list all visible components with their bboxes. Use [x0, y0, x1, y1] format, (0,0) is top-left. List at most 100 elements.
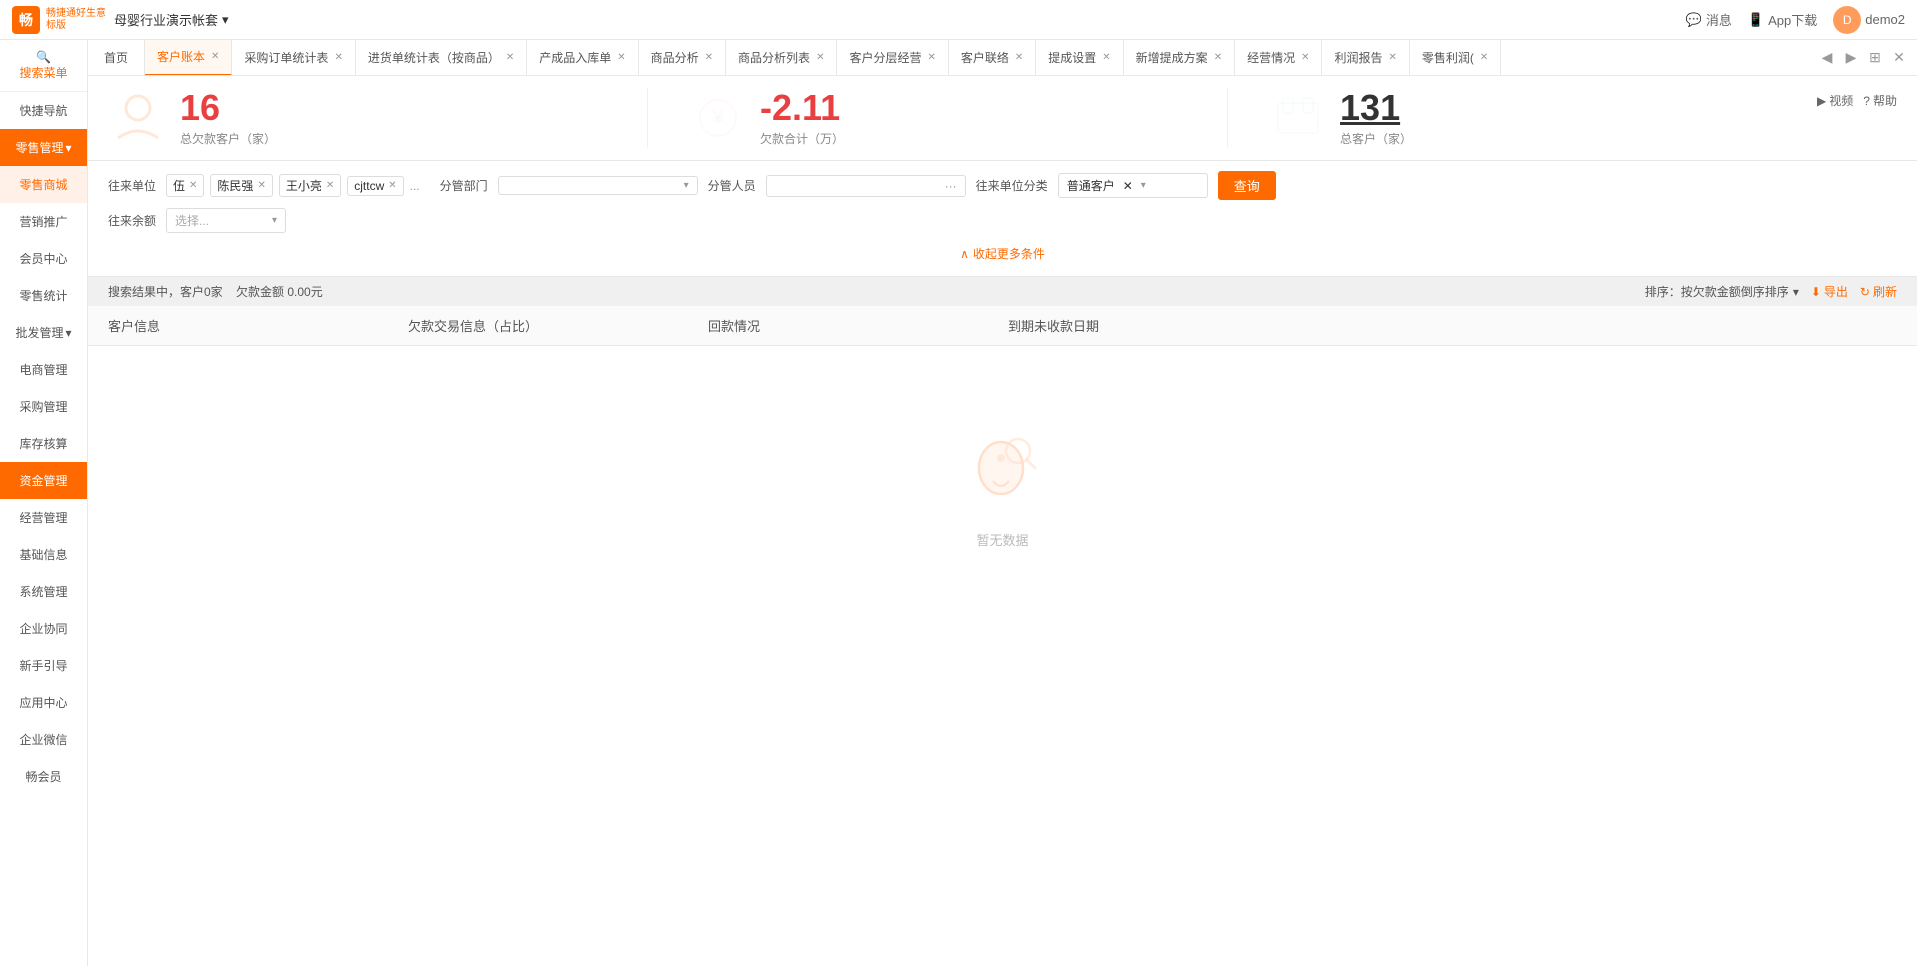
svg-text:¥: ¥ [711, 107, 724, 129]
customer-tag-close[interactable]: ✕ [1123, 179, 1133, 193]
person-select[interactable]: ··· [766, 175, 966, 197]
app-download-btn[interactable]: 📱 App下载 [1748, 10, 1817, 29]
logo-icon: 畅 [12, 6, 40, 34]
video-link[interactable]: ▶ 视频 [1817, 92, 1853, 109]
tab-close-product-analysis-list[interactable]: ✕ [816, 52, 824, 63]
header-right: 💬 消息 📱 App下载 D demo2 [1686, 6, 1905, 34]
sidebar-item-capital[interactable]: 资金管理 [0, 462, 87, 499]
tab-close-customer-contact[interactable]: ✕ [1015, 52, 1023, 63]
sidebar-item-system[interactable]: 系统管理 [0, 573, 87, 610]
logo-area: 畅 畅捷通好生意 标版 [12, 6, 106, 34]
tag-close-3[interactable]: ✕ [326, 180, 334, 191]
tab-stock-stats[interactable]: 进货单统计表（按商品） ✕ [356, 40, 527, 76]
tab-bar: 首页 客户账本 ✕ 采购订单统计表 ✕ 进货单统计表（按商品） ✕ 产成品入库单… [88, 40, 1917, 76]
sidebar-item-enterprise-coop[interactable]: 企业协同 [0, 610, 87, 647]
sidebar-item-quick-nav[interactable]: 零售管理 快捷导航 [0, 92, 87, 129]
filter-row-1: 往来单位 伍 ✕ 陈民强 ✕ 王小亮 ✕ [108, 171, 1897, 200]
message-btn[interactable]: 💬 消息 [1686, 10, 1732, 29]
tab-close-stock-stats[interactable]: ✕ [506, 52, 514, 63]
sidebar-item-member[interactable]: 会员中心 [0, 240, 87, 277]
tab-close-retail-profit[interactable]: ✕ [1480, 52, 1488, 63]
filter-tags: 伍 ✕ 陈民强 ✕ 王小亮 ✕ cjttcw ✕ [166, 174, 420, 197]
stat-debt-value: -2.11 [760, 90, 844, 126]
sidebar-item-marketing[interactable]: 营销推广 [0, 203, 87, 240]
table-col-customer-info: 客户信息 [108, 316, 408, 335]
export-btn[interactable]: ⬇ 导出 [1811, 283, 1848, 300]
tab-close-profit-report[interactable]: ✕ [1389, 52, 1397, 63]
sidebar-item-vip-member[interactable]: 畅会员 [0, 758, 87, 795]
filter-tag-3[interactable]: 王小亮 ✕ [279, 174, 341, 197]
account-selector[interactable]: 母婴行业演示帐套 ▾ [114, 10, 229, 29]
sidebar-item-inventory[interactable]: 库存核算 [0, 425, 87, 462]
sidebar-item-batch-mgmt[interactable]: 批发管理 ▾ [0, 314, 87, 351]
sidebar-search-menu[interactable]: 🔍 搜索菜单 [0, 40, 87, 92]
sort-info[interactable]: 排序：按欠款金额倒序排序 ▾ [1645, 283, 1799, 300]
tab-close-product-entry[interactable]: ✕ [617, 52, 625, 63]
empty-state-label: 暂无数据 [976, 530, 1028, 549]
sidebar-item-base-info[interactable]: 基础信息 [0, 536, 87, 573]
filter-tag-2[interactable]: 陈民强 ✕ [210, 174, 272, 197]
tab-scroll-left[interactable]: ◀ [1817, 48, 1837, 68]
table-col-due-date: 到期未收款日期 [1008, 316, 1897, 335]
table-col-repayment: 回款情况 [708, 316, 1008, 335]
person-more-btn[interactable]: ··· [945, 179, 957, 193]
sidebar: 🔍 搜索菜单 零售管理 快捷导航 零售管理 ▾ 零售商城 营销推广 会员中心 零… [0, 40, 88, 966]
tab-close-customer-segment[interactable]: ✕ [927, 52, 935, 63]
tab-product-entry[interactable]: 产成品入库单 ✕ [527, 40, 638, 76]
refresh-btn[interactable]: ↻ 刷新 [1860, 283, 1897, 300]
tag-close-1[interactable]: ✕ [189, 180, 197, 191]
tab-close-customer-accounts[interactable]: ✕ [211, 51, 219, 62]
sidebar-item-operations[interactable]: 经营管理 [0, 499, 87, 536]
stat-block-customers: 131 总客户（家） [1238, 88, 1807, 148]
sidebar-item-app-center[interactable]: 应用中心 [0, 684, 87, 721]
tab-close-purchase-order[interactable]: ✕ [334, 52, 342, 63]
tab-business-situation[interactable]: 经营情况 ✕ [1235, 40, 1322, 76]
empty-state-icon [963, 426, 1043, 520]
refresh-icon: ↻ [1860, 285, 1870, 299]
dept-label: 分管部门 [440, 177, 488, 194]
tab-customer-contact[interactable]: 客户联络 ✕ [949, 40, 1036, 76]
filter-tags-more[interactable]: ... [410, 179, 420, 193]
user-avatar[interactable]: D demo2 [1833, 6, 1905, 34]
sidebar-item-retail-stats[interactable]: 零售统计 [0, 277, 87, 314]
tab-customer-accounts[interactable]: 客户账本 ✕ [145, 40, 232, 76]
tab-customer-segment[interactable]: 客户分层经营 ✕ [837, 40, 948, 76]
tab-product-analysis-list[interactable]: 商品分析列表 ✕ [726, 40, 837, 76]
tab-retail-profit[interactable]: 零售利润( ✕ [1410, 40, 1501, 76]
filter-tag-4[interactable]: cjttcw ✕ [347, 176, 403, 196]
chevron-down-icon: ▾ [222, 12, 229, 28]
sidebar-item-retail-shop[interactable]: 零售商城 [0, 166, 87, 203]
tab-home[interactable]: 首页 [88, 40, 145, 76]
tab-new-raise-plan[interactable]: 新增提成方案 ✕ [1124, 40, 1235, 76]
sidebar-item-new-guide[interactable]: 新手引导 [0, 647, 87, 684]
tab-close-raise-settings[interactable]: ✕ [1102, 52, 1110, 63]
tab-profit-report[interactable]: 利润报告 ✕ [1322, 40, 1409, 76]
sidebar-item-ecommerce[interactable]: 电商管理 [0, 351, 87, 388]
balance-select[interactable]: 选择... ▾ [166, 208, 286, 233]
tab-close-business[interactable]: ✕ [1301, 52, 1309, 63]
unit-label: 往来单位 [108, 177, 156, 194]
message-icon: 💬 [1686, 12, 1702, 28]
filter-row-2: 往来余额 选择... ▾ [108, 208, 1897, 233]
tag-close-2[interactable]: ✕ [257, 180, 265, 191]
tab-more[interactable]: ⊞ [1865, 48, 1885, 68]
collapse-btn[interactable]: ∧ 收起更多条件 [108, 241, 1897, 266]
tab-close-new-raise-plan[interactable]: ✕ [1214, 52, 1222, 63]
sidebar-item-enterprise-wechat[interactable]: 企业微信 [0, 721, 87, 758]
sidebar-item-retail-mgmt[interactable]: 零售管理 ▾ [0, 129, 87, 166]
sidebar-item-purchase[interactable]: 采购管理 [0, 388, 87, 425]
tab-scroll-right[interactable]: ▶ [1841, 48, 1861, 68]
help-link[interactable]: ? 帮助 [1863, 92, 1897, 109]
tab-product-analysis[interactable]: 商品分析 ✕ [639, 40, 726, 76]
tab-raise-settings[interactable]: 提成设置 ✕ [1036, 40, 1123, 76]
debtors-bg-icon [108, 88, 168, 148]
tab-purchase-order[interactable]: 采购订单统计表 ✕ [232, 40, 355, 76]
dept-select[interactable]: ▾ [498, 176, 698, 195]
tab-close-product-analysis[interactable]: ✕ [705, 52, 713, 63]
filter-tag-1[interactable]: 伍 ✕ [166, 174, 204, 197]
query-button[interactable]: 查询 [1218, 171, 1276, 200]
unit-classify-select[interactable]: 普通客户 ✕ ▾ [1058, 173, 1208, 198]
tab-close-all[interactable]: ✕ [1889, 48, 1909, 68]
tag-close-4[interactable]: ✕ [388, 180, 396, 191]
classify-arrow: ▾ [1141, 180, 1146, 191]
